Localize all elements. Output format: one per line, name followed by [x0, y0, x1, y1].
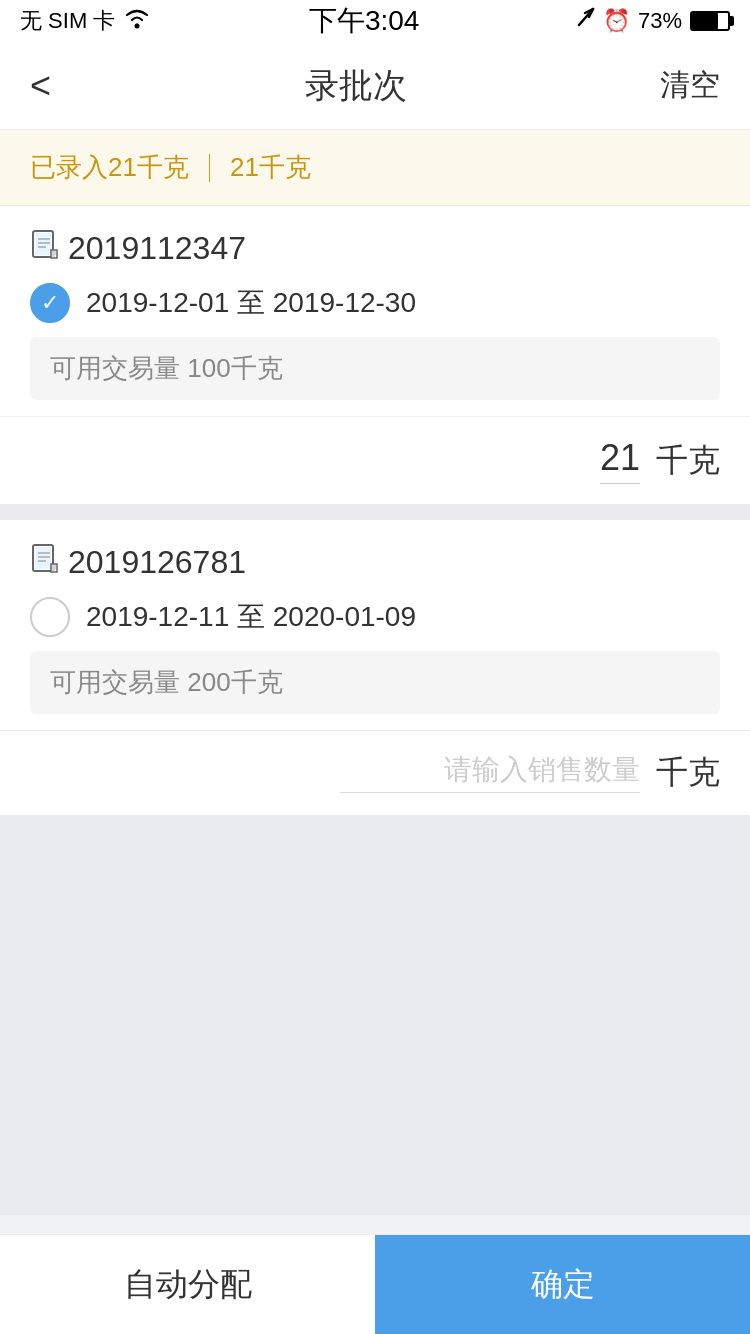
batch-item-1: 2019112347 2019-12-01 至 2019-12-30 可用交易量… [0, 206, 750, 504]
battery-percent: 73% [638, 8, 682, 34]
svg-rect-2 [35, 233, 51, 255]
status-bar: 无 SIM 卡 下午3:04 ⏰ 73% [0, 0, 750, 42]
batch-id-1: 2019112347 [68, 230, 246, 267]
batch-header-2: 2019126781 [0, 520, 750, 591]
confirm-button[interactable]: 确定 [375, 1235, 750, 1334]
batch-date-row-2[interactable]: 2019-12-11 至 2020-01-09 [0, 591, 750, 643]
batch-header-1: 2019112347 [0, 206, 750, 277]
svg-rect-7 [35, 547, 51, 569]
batch-doc-icon-1 [30, 230, 60, 267]
page-title: 录批次 [305, 63, 407, 109]
auto-distribute-button[interactable]: 自动分配 [0, 1235, 375, 1334]
back-button[interactable]: < [30, 65, 51, 107]
sim-text: 无 SIM 卡 [20, 6, 115, 36]
location-icon [577, 7, 595, 35]
quantity-input-2[interactable] [340, 754, 640, 786]
status-right: ⏰ 73% [577, 7, 730, 35]
amount-value-1[interactable]: 21 [600, 437, 640, 484]
section-divider [0, 504, 750, 520]
amount-unit-1: 千克 [656, 439, 720, 483]
input-unit-2: 千克 [656, 751, 720, 795]
nav-bar: < 录批次 清空 [0, 42, 750, 130]
content-fill [0, 815, 750, 1215]
batch-id-2: 2019126781 [68, 544, 246, 581]
batch-date-row-1[interactable]: 2019-12-01 至 2019-12-30 [0, 277, 750, 329]
wifi-icon [123, 7, 151, 35]
batch-date-1: 2019-12-01 至 2019-12-30 [86, 284, 416, 322]
radio-2[interactable] [30, 597, 70, 637]
batch-availability-2: 可用交易量 200千克 [30, 651, 720, 714]
batch-item-2: 2019126781 2019-12-11 至 2020-01-09 可用交易量… [0, 520, 750, 815]
bottom-bar: 自动分配 确定 [0, 1234, 750, 1334]
radio-1[interactable] [30, 283, 70, 323]
clear-button[interactable]: 清空 [660, 65, 720, 106]
svg-point-0 [135, 24, 140, 29]
banner-divider [209, 154, 210, 182]
info-banner: 已录入21千克 21千克 [0, 130, 750, 206]
batch-date-2: 2019-12-11 至 2020-01-09 [86, 598, 416, 636]
alarm-icon: ⏰ [603, 8, 630, 34]
amount-row-2: 千克 [0, 730, 750, 815]
batch-doc-icon-2 [30, 544, 60, 581]
battery-icon [690, 11, 730, 31]
recorded-amount-value: 21千克 [230, 150, 311, 185]
batch-availability-1: 可用交易量 100千克 [30, 337, 720, 400]
status-time: 下午3:04 [309, 2, 420, 40]
status-left: 无 SIM 卡 [20, 6, 151, 36]
recorded-amount-label: 已录入21千克 [30, 150, 189, 185]
amount-row-1: 21 千克 [0, 416, 750, 504]
